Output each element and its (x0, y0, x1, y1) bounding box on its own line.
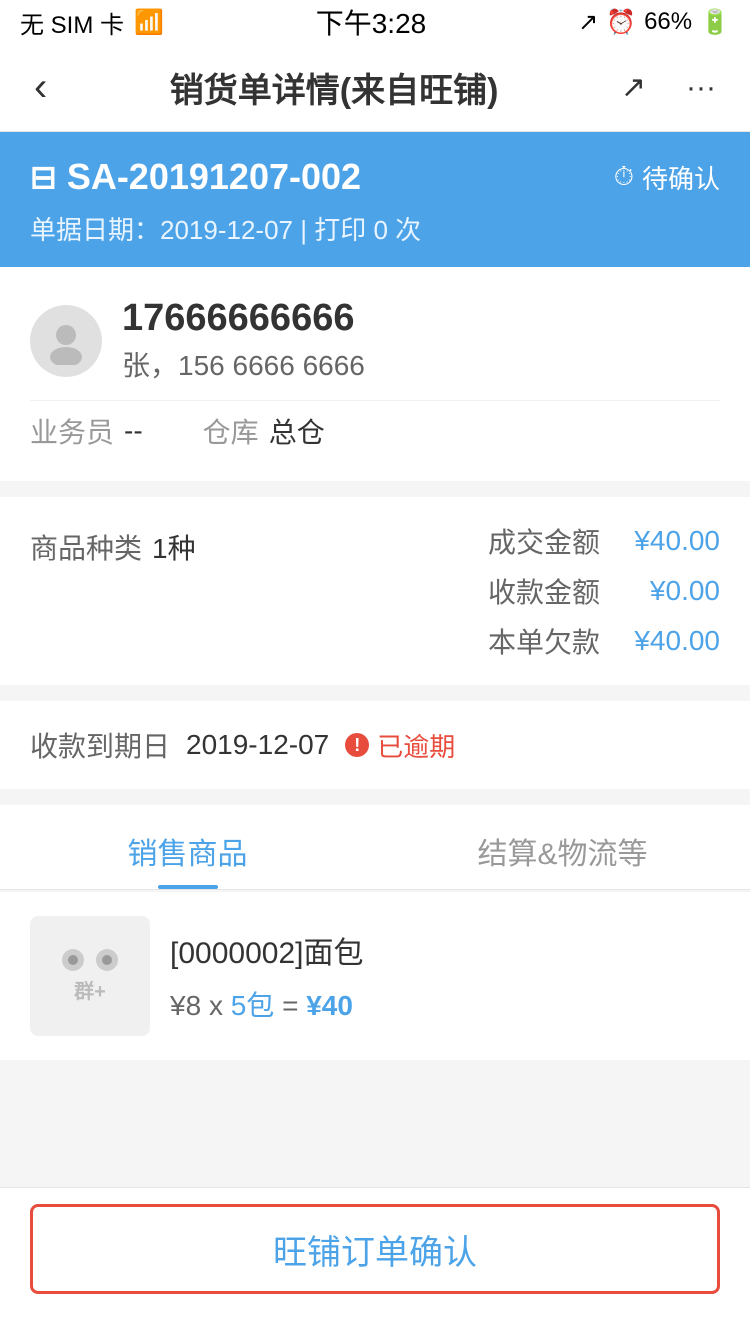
product-price: ¥8 x 5包 = ¥40 (170, 984, 720, 1024)
warehouse-value: 总仓 (269, 411, 325, 451)
tabs-container: 销售商品 结算&物流等 (0, 805, 750, 890)
sales-label: 业务员 (30, 411, 114, 451)
sales-value: -- (124, 415, 143, 447)
sales-info: 业务员 -- (30, 411, 143, 451)
owl-text: 群+ (74, 975, 106, 1004)
owl-eye-left (62, 949, 84, 971)
order-header-top: ⊟ SA-20191207-002 ⏱ 待确认 (30, 156, 720, 198)
received-label: 收款金额 (488, 571, 600, 611)
battery-text: 66% (644, 8, 692, 36)
status-right: ↗ ⏰ 66% 🔋 (578, 8, 730, 37)
amount-value: ¥40.00 (620, 525, 720, 557)
status-text: 待确认 (642, 159, 720, 196)
product-thumbnail: 群+ (30, 916, 150, 1036)
overdue-text: 已逾期 (377, 727, 455, 764)
order-header: ⊟ SA-20191207-002 ⏱ 待确认 单据日期：2019-12-07 … (0, 132, 750, 267)
nav-actions: ↗ ··· (611, 60, 726, 115)
product-name: [0000002]面包 (170, 928, 720, 972)
back-button[interactable]: ‹ (24, 55, 57, 120)
avatar (30, 305, 102, 377)
amount-row: 成交金额 ¥40.00 (488, 521, 720, 561)
due-date-card: 收款到期日 2019-12-07 ! 已逾期 (0, 701, 750, 789)
product-type: 商品种类 1种 (30, 521, 488, 567)
owed-value: ¥40.00 (620, 625, 720, 657)
confirm-order-button[interactable]: 旺铺订单确认 (30, 1204, 720, 1294)
price-qty: 5包 (231, 990, 275, 1021)
status-icon: ⏱ (614, 161, 634, 193)
order-icon: ⊟ (30, 158, 57, 196)
status-left: 无 SIM 卡 📶 (20, 5, 164, 40)
warehouse-label: 仓库 (203, 411, 259, 451)
bottom-bar: 旺铺订单确认 (0, 1187, 750, 1334)
table-row: 群+ [0000002]面包 ¥8 x 5包 = ¥40 (0, 892, 750, 1060)
received-value: ¥0.00 (620, 575, 720, 607)
thumb-inner: 群+ (62, 949, 118, 1004)
received-row: 收款金额 ¥0.00 (488, 571, 720, 611)
tab-settlement-label: 结算&物流等 (477, 838, 647, 871)
status-time: 下午3:28 (316, 2, 427, 42)
sim-text: 无 SIM 卡 (20, 5, 124, 40)
customer-name: 张，156 6666 6666 (122, 344, 365, 384)
owed-row: 本单欠款 ¥40.00 (488, 621, 720, 661)
customer-details: 业务员 -- 仓库 总仓 (30, 400, 720, 451)
due-label: 收款到期日 (30, 725, 170, 765)
amount-summary: 成交金额 ¥40.00 收款金额 ¥0.00 本单欠款 ¥40.00 (488, 521, 720, 661)
product-list: 群+ [0000002]面包 ¥8 x 5包 = ¥40 (0, 892, 750, 1060)
amount-label: 成交金额 (488, 521, 600, 561)
nav-bar: ‹ 销货单详情(来自旺铺) ↗ ··· (0, 44, 750, 132)
price-unit: ¥8 (170, 990, 201, 1021)
warehouse-info: 仓库 总仓 (203, 411, 325, 451)
summary-card: 商品种类 1种 成交金额 ¥40.00 收款金额 ¥0.00 本单欠款 ¥40.… (0, 497, 750, 685)
owl-eye-right (96, 949, 118, 971)
order-date: 单据日期：2019-12-07 | 打印 0 次 (30, 210, 720, 247)
product-info: [0000002]面包 ¥8 x 5包 = ¥40 (170, 928, 720, 1024)
owed-label: 本单欠款 (488, 621, 600, 661)
customer-top: 17666666666 张，156 6666 6666 (30, 297, 720, 384)
overdue-icon: ! (345, 733, 369, 757)
order-id: ⊟ SA-20191207-002 (30, 156, 361, 198)
battery-icon: 🔋 (700, 8, 730, 37)
tab-sales-label: 销售商品 (128, 838, 248, 871)
order-id-text: SA-20191207-002 (67, 156, 361, 198)
type-label: 商品种类 (30, 527, 142, 567)
equals-sign: = (282, 990, 306, 1021)
location-icon: ↗ (578, 8, 598, 37)
share-button[interactable]: ↗ (611, 60, 656, 115)
wifi-icon: 📶 (134, 8, 164, 37)
customer-info: 17666666666 张，156 6666 6666 (122, 297, 365, 384)
tab-settlement[interactable]: 结算&物流等 (375, 805, 750, 889)
order-status: ⏱ 待确认 (614, 159, 720, 196)
type-value: 1种 (152, 527, 196, 567)
page-title: 销货单详情(来自旺铺) (57, 63, 611, 112)
due-date-value: 2019-12-07 (186, 729, 329, 761)
alarm-icon: ⏰ (606, 8, 636, 37)
price-total: ¥40 (306, 990, 353, 1021)
customer-phone: 17666666666 (122, 297, 365, 340)
overdue-badge: ! 已逾期 (345, 727, 455, 764)
owl-eyes (62, 949, 118, 971)
customer-card: 17666666666 张，156 6666 6666 业务员 -- 仓库 总仓 (0, 267, 750, 481)
multiply-icon: x (209, 990, 231, 1021)
status-bar: 无 SIM 卡 📶 下午3:28 ↗ ⏰ 66% 🔋 (0, 0, 750, 44)
more-button[interactable]: ··· (676, 61, 726, 115)
tab-sales-products[interactable]: 销售商品 (0, 805, 375, 889)
